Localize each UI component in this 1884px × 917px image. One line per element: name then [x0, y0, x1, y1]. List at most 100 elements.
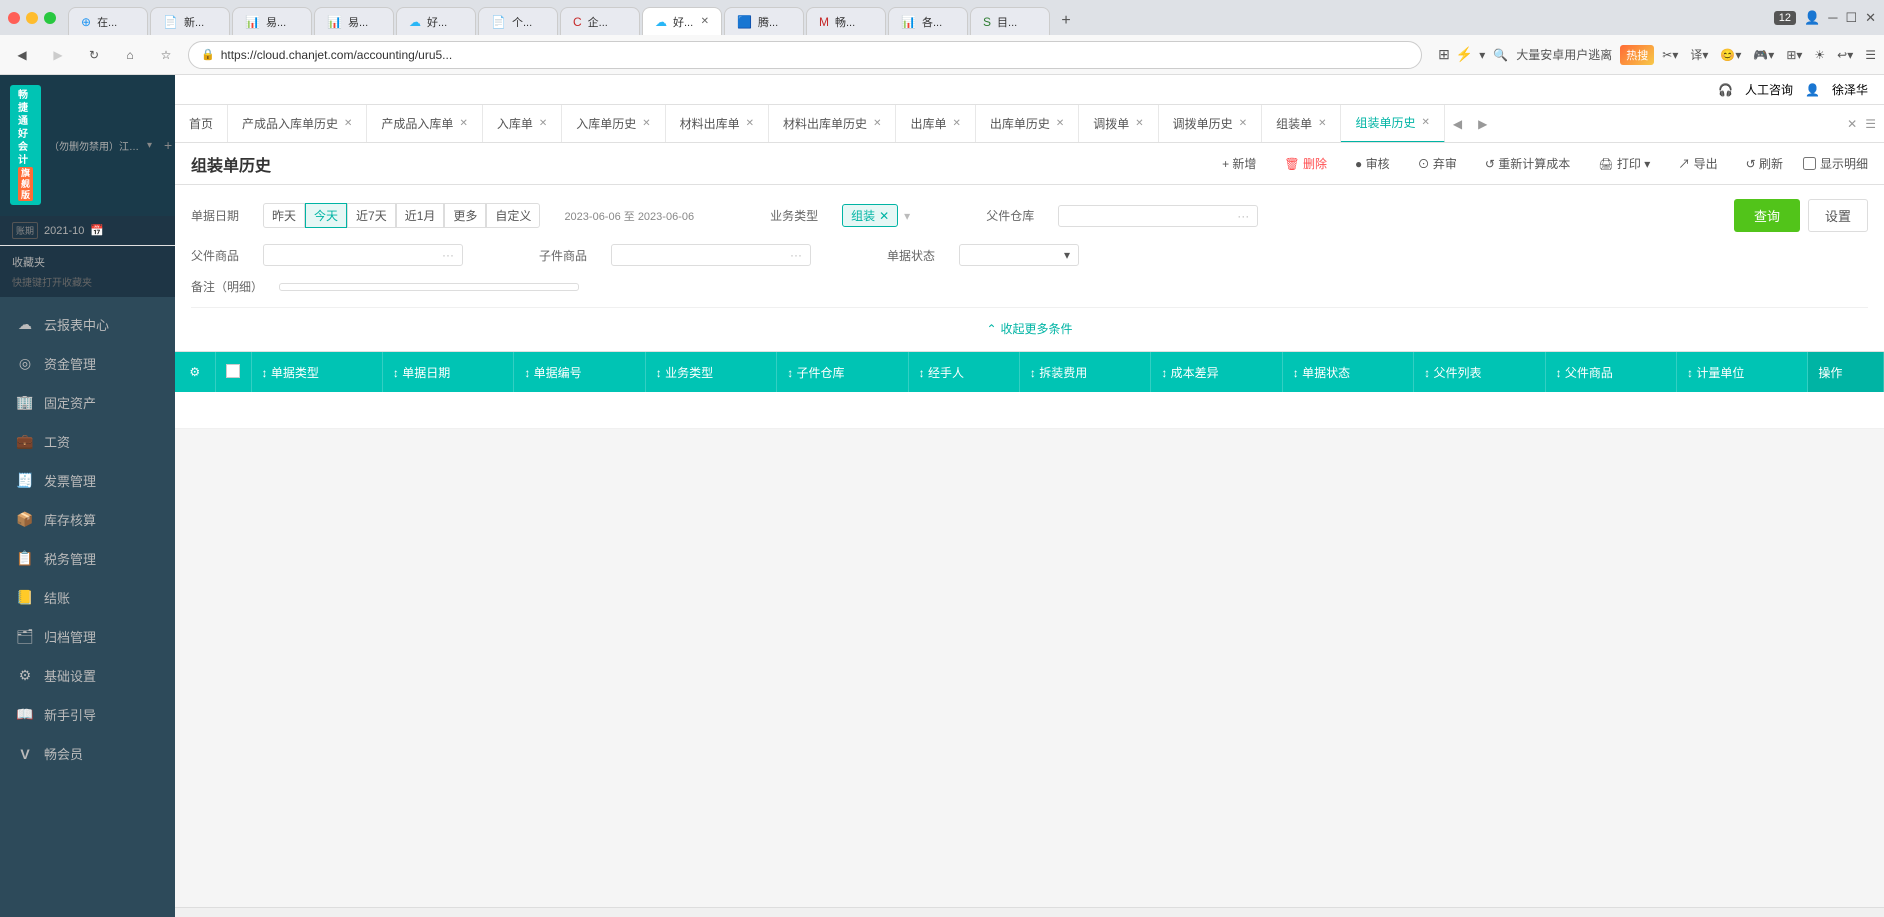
nav-item-fund[interactable]: ◎ 资金管理 [0, 344, 175, 383]
refresh-button[interactable]: ↻ [80, 41, 108, 69]
audit-button[interactable]: ● 审核 [1347, 151, 1398, 176]
date-btn-1month[interactable]: 近1月 [396, 203, 445, 228]
topnav-home[interactable]: 首页 [175, 105, 228, 143]
browser-tab-6[interactable]: C 企... [560, 7, 640, 35]
browser-tab-5[interactable]: 📄 个... [478, 7, 558, 35]
print-button[interactable]: 🖨 打印 ▾ [1590, 151, 1658, 176]
sun-icon[interactable]: ☀ [1814, 48, 1825, 62]
topnav-out-order[interactable]: 出库单 ✕ [896, 105, 975, 143]
abandon-button[interactable]: ⊙ 弃审 [1410, 151, 1465, 176]
nav-scroll-right[interactable]: ▶ [1470, 117, 1495, 131]
browser-tab-0[interactable]: ⊕ 在... [68, 7, 148, 35]
child-goods-input[interactable]: ··· [611, 244, 811, 266]
close-tab-transfer[interactable]: ✕ [1135, 118, 1143, 129]
nav-scroll-left[interactable]: ◀ [1445, 117, 1470, 131]
profile-icon[interactable]: 👤 [1804, 10, 1820, 26]
more-options-icon[interactable]: ··· [1237, 209, 1249, 223]
lightning-icon[interactable]: ⚡ [1456, 46, 1473, 63]
home-button[interactable]: ⌂ [116, 41, 144, 69]
topnav-prod-in-history[interactable]: 产成品入库单历史 ✕ [228, 105, 367, 143]
nav-item-inventory[interactable]: 📦 库存核算 [0, 500, 175, 539]
menu-icon[interactable]: ☰ [1865, 48, 1876, 62]
new-tab-button[interactable]: + [1052, 7, 1080, 35]
date-btn-more[interactable]: 更多 [444, 203, 486, 228]
browser-tab-11[interactable]: S 目... [970, 7, 1050, 35]
parent-goods-input[interactable]: ··· [263, 244, 463, 266]
nav-item-tax[interactable]: 📋 税务管理 [0, 539, 175, 578]
close-tab-transfer-history[interactable]: ✕ [1239, 118, 1247, 129]
col-checkbox[interactable] [215, 352, 251, 392]
browser-tab-10[interactable]: 📊 各... [888, 7, 968, 35]
topnav-assembly-history[interactable]: 组装单历史 ✕ [1341, 105, 1444, 143]
col-bill-status[interactable]: ↕ 单据状态 [1282, 352, 1413, 392]
add-button[interactable]: + 新增 [1214, 151, 1264, 176]
scissors-icon[interactable]: ✂▾ [1662, 48, 1678, 62]
win-minimize[interactable] [26, 12, 38, 24]
close-tab-assembly-history[interactable]: ✕ [1422, 117, 1430, 128]
nav-item-salary[interactable]: 💼 工资 [0, 422, 175, 461]
restore-icon[interactable]: ☐ [1845, 10, 1857, 26]
nav-item-guide[interactable]: 📖 新手引导 [0, 695, 175, 734]
dropdown-icon[interactable]: ▾ [1479, 48, 1485, 62]
tabs-menu[interactable]: ☰ [1865, 117, 1884, 131]
topnav-in-order[interactable]: 入库单 ✕ [483, 105, 562, 143]
date-btn-yesterday[interactable]: 昨天 [263, 203, 305, 228]
delete-button[interactable]: 🗑 删除 [1276, 151, 1335, 176]
notes-input[interactable] [279, 283, 579, 291]
date-btn-today[interactable]: 今天 [305, 203, 347, 228]
col-bill-no[interactable]: ↕ 单据编号 [514, 352, 645, 392]
child-goods-more[interactable]: ··· [790, 248, 802, 262]
col-child-warehouse[interactable]: ↕ 子件仓库 [777, 352, 908, 392]
topnav-transfer-history[interactable]: 调拨单历史 ✕ [1159, 105, 1262, 143]
minimize-icon[interactable]: ─ [1828, 10, 1837, 25]
bookmark-button[interactable]: ☆ [152, 41, 180, 69]
topnav-transfer[interactable]: 调拨单 ✕ [1079, 105, 1158, 143]
nav-item-invoice[interactable]: 🧾 发票管理 [0, 461, 175, 500]
show-detail-checkbox[interactable] [1803, 157, 1816, 170]
close-tab-out-history[interactable]: ✕ [1056, 118, 1064, 129]
browser-tab-8[interactable]: 🟦 腾... [724, 7, 804, 35]
win-close[interactable] [8, 12, 20, 24]
col-biz-type[interactable]: ↕ 业务类型 [645, 352, 776, 392]
close-tab-in-order[interactable]: ✕ [539, 118, 547, 129]
win-maximize[interactable] [44, 12, 56, 24]
close-tab-assembly[interactable]: ✕ [1318, 118, 1326, 129]
topnav-material-out[interactable]: 材料出库单 ✕ [666, 105, 769, 143]
col-parent-goods[interactable]: ↕ 父件商品 [1545, 352, 1676, 392]
query-button[interactable]: 查询 [1734, 199, 1800, 232]
topnav-assembly[interactable]: 组装单 ✕ [1262, 105, 1341, 143]
parent-warehouse-input[interactable]: ··· [1058, 205, 1258, 227]
business-type-dropdown[interactable]: ▾ [904, 209, 910, 223]
topnav-prod-in[interactable]: 产成品入库单 ✕ [367, 105, 482, 143]
translate-icon[interactable]: 译▾ [1690, 46, 1708, 63]
bill-status-select[interactable]: ▾ [959, 244, 1079, 266]
topnav-material-out-history[interactable]: 材料出库单历史 ✕ [769, 105, 896, 143]
col-bill-type[interactable]: ↕ 单据类型 [251, 352, 382, 392]
company-select[interactable]: （勿删勿禁用）江西服宝测试专用 [49, 138, 139, 153]
close-tab-in-history[interactable]: ✕ [642, 118, 650, 129]
nav-item-fixed-assets[interactable]: 🏢 固定资产 [0, 383, 175, 422]
parent-goods-more[interactable]: ··· [442, 248, 454, 262]
close-tab-material-out[interactable]: ✕ [746, 118, 754, 129]
forward-button[interactable]: ▶ [44, 41, 72, 69]
remove-business-type[interactable]: ✕ [879, 209, 889, 223]
col-settings[interactable]: ⚙ [175, 352, 215, 392]
col-parent-list[interactable]: ↕ 父件列表 [1414, 352, 1545, 392]
grid-icon[interactable]: ⊞ [1438, 46, 1450, 63]
close-window-icon[interactable]: ✕ [1865, 10, 1876, 26]
close-tab-prod-in-history[interactable]: ✕ [344, 118, 352, 129]
nav-item-archive[interactable]: 🗂 归档管理 [0, 617, 175, 656]
browser-tab-3[interactable]: 📊 易... [314, 7, 394, 35]
col-bill-date[interactable]: ↕ 单据日期 [382, 352, 513, 392]
date-btn-custom[interactable]: 自定义 [486, 203, 540, 228]
export-button[interactable]: ↗ 导出 [1670, 151, 1725, 176]
support-label[interactable]: 人工咨询 [1745, 81, 1793, 98]
col-cost-diff[interactable]: ↕ 成本差异 [1151, 352, 1282, 392]
nav-item-member[interactable]: V 畅会员 [0, 734, 175, 773]
col-handler[interactable]: ↕ 经手人 [908, 352, 1019, 392]
back-button[interactable]: ◀ [8, 41, 36, 69]
browser-tab-9[interactable]: M 畅... [806, 7, 886, 35]
close-all-tabs[interactable]: ✕ [1847, 117, 1865, 131]
settings-button[interactable]: 设置 [1808, 199, 1868, 232]
browser-tab-2[interactable]: 📊 易... [232, 7, 312, 35]
